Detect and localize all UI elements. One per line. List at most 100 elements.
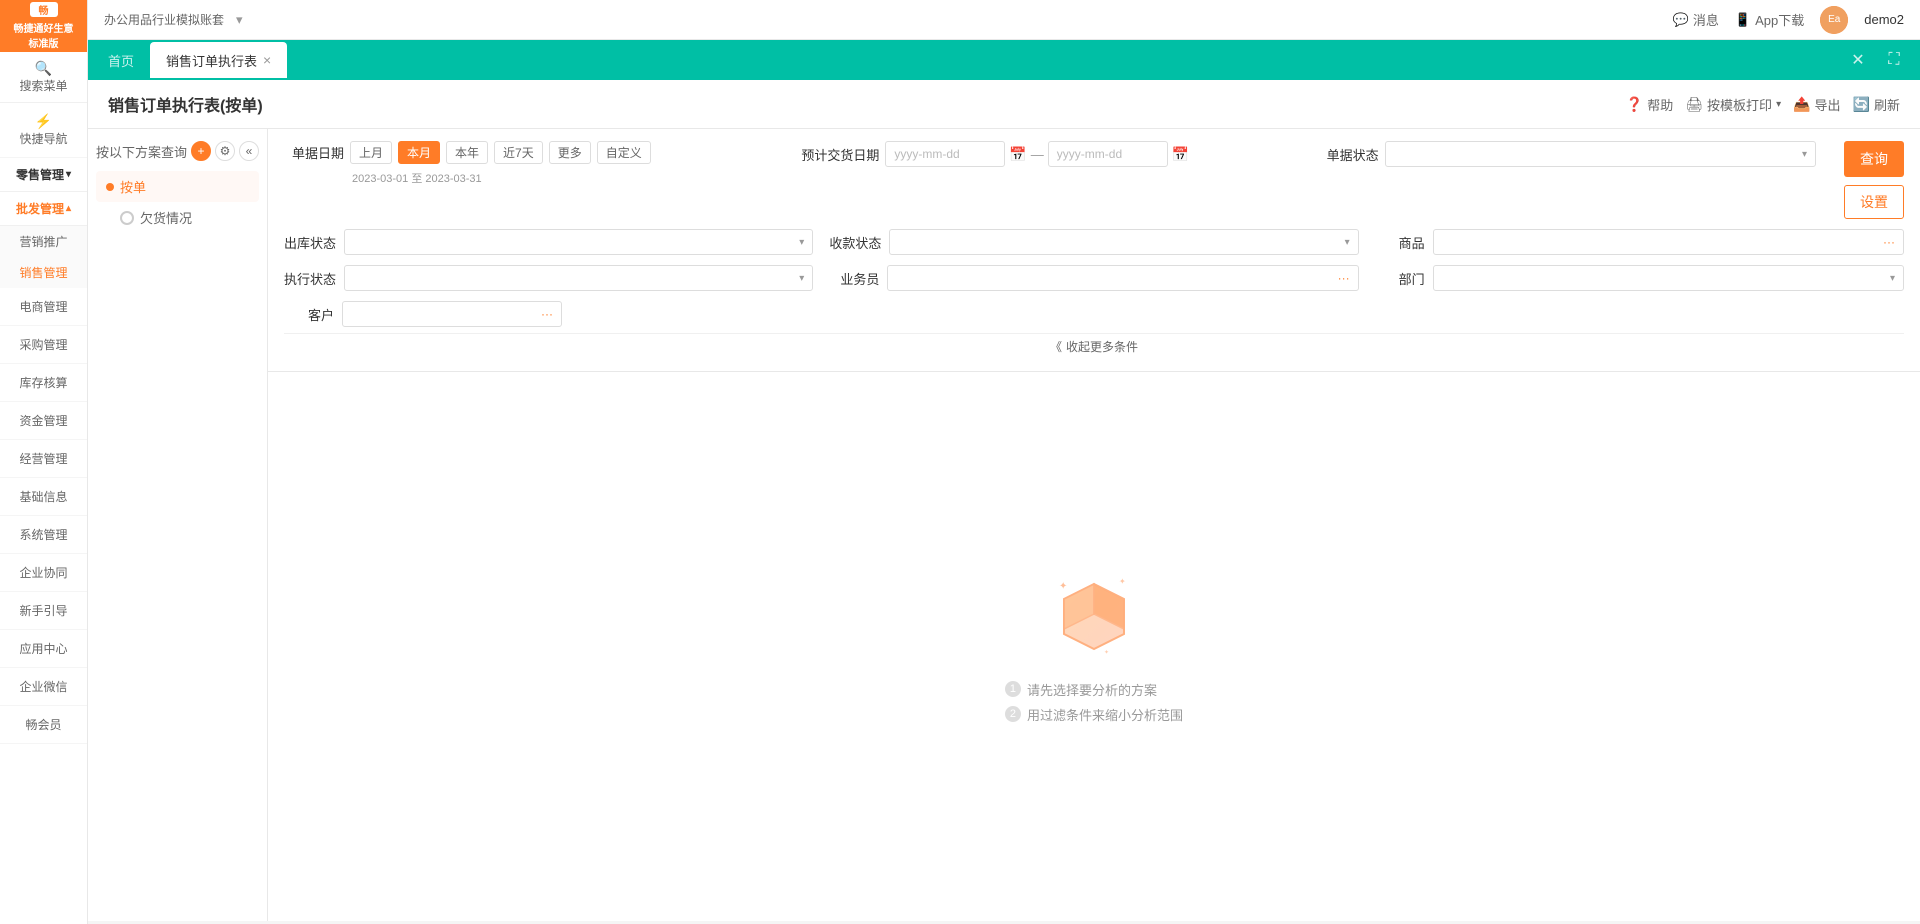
expected-date-start[interactable]: yyyy-mm-dd (885, 141, 1005, 167)
svg-text:✦: ✦ (1119, 577, 1126, 586)
empty-icon: ✦ ✦ ✦ (1044, 564, 1144, 664)
hint-num-1: 1 (1005, 681, 1021, 697)
app-download-button[interactable]: 📱 App下载 (1735, 10, 1804, 29)
filter-area: 单据日期 上月 本月 本年 近7天 更多 自定义 (268, 129, 1920, 372)
collapse-row: 《 收起更多条件 (284, 333, 1904, 359)
refresh-label: 刷新 (1874, 95, 1900, 114)
exec-status-select[interactable]: ▾ (344, 265, 813, 291)
wholesale-arrow: ▴ (66, 203, 71, 214)
collapse-panel-button[interactable]: « (239, 141, 259, 161)
tab-home[interactable]: 首页 (92, 42, 150, 78)
exec-arrow: ▾ (799, 273, 804, 284)
expected-date-inputs: yyyy-mm-dd 📅 — yyyy-mm-dd 📅 (885, 141, 1189, 167)
retail-label: 零售管理 (16, 166, 64, 183)
salesperson-field: 业务员 ··· (829, 265, 1358, 291)
sidebar-item-newuser[interactable]: 新手引导 (0, 592, 87, 630)
sidebar-item-purchase[interactable]: 采购管理 (0, 326, 87, 364)
sidebar-item-finance[interactable]: 资金管理 (0, 402, 87, 440)
sidebar-item-system[interactable]: 系统管理 (0, 516, 87, 554)
appcenter-label: 应用中心 (6, 640, 81, 657)
ecommerce-label: 电商管理 (6, 298, 81, 315)
cal-icon-end[interactable]: 📅 (1172, 146, 1189, 163)
payment-status-select[interactable]: ▾ (889, 229, 1358, 255)
add-scheme-button[interactable]: + (191, 141, 211, 161)
salesperson-input[interactable]: ··· (887, 265, 1358, 291)
settings-button[interactable]: 设置 (1844, 185, 1904, 219)
export-label: 导出 (1815, 95, 1841, 114)
topbar: 办公用品行业模拟账套 ▾ 💬 消息 📱 App下载 Ea demo2 (88, 0, 1920, 40)
operations-label: 经营管理 (6, 450, 81, 467)
order-status-arrow: ▾ (1802, 149, 1807, 160)
date-btn-last-7days[interactable]: 近7天 (494, 141, 543, 164)
goods-input[interactable]: ··· (1433, 229, 1904, 255)
settings-scheme-button[interactable]: ⚙ (215, 141, 235, 161)
sidebar-item-member[interactable]: 畅会员 (0, 706, 87, 744)
goods-label: 商品 (1375, 233, 1425, 252)
left-panel-actions: + ⚙ « (191, 141, 259, 161)
filter-row-4: 客户 ··· (284, 301, 1904, 327)
expected-date-label: 预计交货日期 (801, 145, 879, 164)
dept-arrow: ▾ (1890, 273, 1895, 284)
sidebar-item-inventory[interactable]: 库存核算 (0, 364, 87, 402)
customer-label: 客户 (284, 305, 334, 324)
basics-label: 基础信息 (6, 488, 81, 505)
delivery-status-select[interactable]: ▾ (344, 229, 813, 255)
sidebar-item-marketing[interactable]: 营销推广 (0, 226, 87, 257)
date-btn-this-month[interactable]: 本月 (398, 141, 440, 164)
tab-sales-order[interactable]: 销售订单执行表 × (150, 42, 287, 78)
query-button[interactable]: 查询 (1844, 141, 1904, 177)
user-name: demo2 (1864, 12, 1904, 27)
refresh-button[interactable]: 🔄 刷新 (1853, 95, 1900, 114)
data-area: ✦ ✦ ✦ 1 请先选择要分析的方案 2 (268, 372, 1920, 921)
sidebar-item-appcenter[interactable]: 应用中心 (0, 630, 87, 668)
message-button[interactable]: 💬 消息 (1673, 10, 1719, 29)
scheme-item-main[interactable]: 按单 (96, 171, 259, 202)
collapse-label: 收起更多条件 (1066, 338, 1138, 355)
date-btn-this-year[interactable]: 本年 (446, 141, 488, 164)
sidebar-item-basics[interactable]: 基础信息 (0, 478, 87, 516)
tabbar-actions: ✕ ⛶ (1844, 46, 1916, 74)
enterprise-label: 企业协同 (6, 564, 81, 581)
expected-date-end-placeholder: yyyy-mm-dd (1057, 147, 1122, 161)
collapse-button[interactable]: 《 收起更多条件 (1050, 338, 1138, 355)
delivery-status-control: ▾ (344, 229, 813, 255)
help-icon: ❓ (1626, 96, 1643, 113)
expected-date-end[interactable]: yyyy-mm-dd (1048, 141, 1168, 167)
empty-state: ✦ ✦ ✦ 1 请先选择要分析的方案 2 (1005, 564, 1183, 730)
payment-status-label: 收款状态 (829, 233, 881, 252)
date-filter-group: 单据日期 上月 本月 本年 近7天 更多 自定义 (284, 141, 781, 186)
sidebar-item-retail[interactable]: 零售管理 ▾ (0, 158, 87, 192)
sidebar-item-quick-nav[interactable]: ⚡ 快捷导航 (0, 103, 87, 158)
sidebar-item-operations[interactable]: 经营管理 (0, 440, 87, 478)
sidebar-item-wechat[interactable]: 企业微信 (0, 668, 87, 706)
print-button[interactable]: 🖨 按模板打印 ▾ (1685, 95, 1781, 114)
tab-maximize-button[interactable]: ⛶ (1880, 46, 1908, 74)
tab-close-button[interactable]: ✕ (1844, 46, 1872, 74)
customer-input[interactable]: ··· (342, 301, 562, 327)
department-select[interactable]: ▾ (1433, 265, 1904, 291)
app-logo[interactable]: 畅 畅捷通好生意 标准版 (0, 0, 87, 52)
order-status-label: 单据状态 (1319, 145, 1379, 164)
user-avatar[interactable]: Ea (1820, 6, 1848, 34)
sidebar-item-wholesale[interactable]: 批发管理 ▴ (0, 192, 87, 226)
sidebar-item-enterprise[interactable]: 企业协同 (0, 554, 87, 592)
sidebar-item-sales[interactable]: 销售管理 (0, 257, 87, 288)
export-button[interactable]: 📤 导出 (1793, 95, 1840, 114)
date-btn-last-month[interactable]: 上月 (350, 141, 392, 164)
help-button[interactable]: ❓ 帮助 (1626, 95, 1673, 114)
scheme-item-sub[interactable]: 欠货情况 (96, 202, 259, 233)
tab-close-icon[interactable]: × (263, 53, 271, 67)
date-range-text: 2023-03-01 至 2023-03-31 (352, 173, 482, 185)
sidebar-item-search[interactable]: 🔍 搜索菜单 (0, 52, 87, 103)
order-status-select[interactable]: ▾ (1385, 141, 1816, 167)
cal-icon-start[interactable]: 📅 (1009, 146, 1026, 163)
date-btn-more[interactable]: 更多 (549, 141, 591, 164)
page-title: 销售订单执行表(按单) (108, 92, 263, 116)
content-body: 按以下方案查询 + ⚙ « 按单 欠货情况 (88, 129, 1920, 921)
topbar-left: 办公用品行业模拟账套 ▾ (104, 11, 1673, 28)
page-header-actions: ❓ 帮助 🖨 按模板打印 ▾ 📤 导出 🔄 刷新 (1626, 95, 1900, 114)
avatar-image: Ea (1820, 6, 1848, 34)
sidebar-item-ecommerce[interactable]: 电商管理 (0, 288, 87, 326)
date-btn-custom[interactable]: 自定义 (597, 141, 651, 164)
date-separator: — (1031, 147, 1044, 162)
